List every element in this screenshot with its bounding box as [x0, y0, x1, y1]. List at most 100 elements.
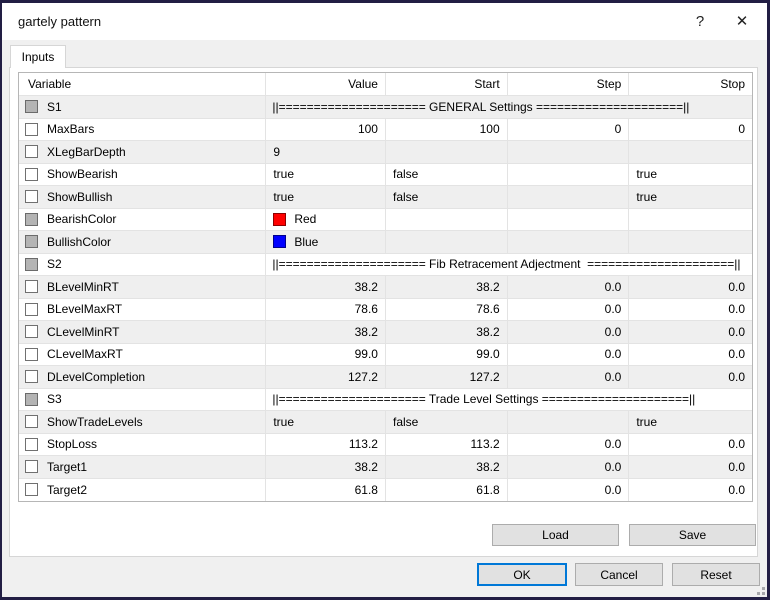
- stop-cell[interactable]: true: [629, 164, 752, 186]
- row-checkbox[interactable]: [25, 235, 38, 249]
- step-cell[interactable]: [508, 186, 630, 208]
- value-cell[interactable]: true: [266, 186, 386, 208]
- step-cell[interactable]: [508, 411, 630, 433]
- empty-cell[interactable]: [629, 231, 752, 253]
- empty-cell[interactable]: [386, 231, 508, 253]
- save-button[interactable]: Save: [629, 524, 756, 546]
- value-cell[interactable]: 99.0: [266, 343, 386, 365]
- start-cell[interactable]: 113.2: [386, 433, 508, 455]
- stop-cell[interactable]: 0.0: [629, 276, 752, 298]
- stop-cell[interactable]: 0.0: [629, 434, 752, 456]
- value-cell[interactable]: 127.2: [266, 366, 386, 388]
- table-row[interactable]: Target1 38.2 38.2 0.0 0.0: [19, 456, 752, 479]
- value-cell[interactable]: true: [266, 411, 386, 433]
- start-cell[interactable]: 100: [386, 118, 508, 140]
- tab-inputs[interactable]: Inputs: [10, 45, 66, 68]
- stop-cell[interactable]: 0.0: [629, 321, 752, 343]
- step-cell[interactable]: 0.0: [508, 433, 630, 455]
- table-row[interactable]: BLevelMaxRT 78.6 78.6 0.0 0.0: [19, 298, 752, 321]
- load-button[interactable]: Load: [492, 524, 619, 546]
- value-cell[interactable]: 38.2: [266, 321, 386, 343]
- table-row[interactable]: CLevelMinRT 38.2 38.2 0.0 0.0: [19, 321, 752, 344]
- table-row[interactable]: S3 ||===================== Trade Level Se…: [19, 388, 752, 411]
- value-cell[interactable]: Blue: [266, 231, 387, 253]
- step-cell[interactable]: 0.0: [508, 343, 630, 365]
- table-row[interactable]: DLevelCompletion 127.2 127.2 0.0 0.0: [19, 366, 752, 389]
- start-cell[interactable]: 61.8: [386, 478, 508, 501]
- start-cell[interactable]: false: [386, 186, 508, 208]
- help-icon[interactable]: ?: [685, 3, 715, 40]
- start-cell[interactable]: 38.2: [386, 456, 508, 478]
- row-checkbox[interactable]: [25, 167, 38, 181]
- row-checkbox[interactable]: [25, 415, 38, 429]
- stop-cell[interactable]: 0.0: [629, 479, 752, 502]
- step-cell[interactable]: 0: [508, 118, 630, 140]
- row-checkbox[interactable]: [25, 370, 38, 384]
- stop-cell[interactable]: [629, 141, 752, 163]
- value-cell[interactable]: 113.2: [266, 433, 386, 455]
- empty-cell[interactable]: [508, 208, 630, 230]
- table-row[interactable]: BLevelMinRT 38.2 38.2 0.0 0.0: [19, 276, 752, 299]
- start-cell[interactable]: 127.2: [386, 366, 508, 388]
- value-cell[interactable]: true: [266, 163, 386, 185]
- row-checkbox[interactable]: [25, 145, 38, 159]
- value-cell[interactable]: 61.8: [266, 478, 386, 501]
- value-cell[interactable]: 38.2: [266, 456, 386, 478]
- start-cell[interactable]: false: [386, 163, 508, 185]
- stop-cell[interactable]: true: [629, 186, 752, 208]
- row-checkbox[interactable]: [25, 122, 38, 136]
- value-cell[interactable]: Red: [266, 208, 387, 230]
- table-row[interactable]: ShowTradeLevels true false true: [19, 411, 752, 434]
- table-row[interactable]: ShowBearish true false true: [19, 163, 752, 186]
- empty-cell[interactable]: [508, 231, 630, 253]
- start-cell[interactable]: 78.6: [386, 298, 508, 320]
- row-checkbox[interactable]: [25, 483, 38, 497]
- row-checkbox[interactable]: [25, 212, 38, 226]
- start-cell[interactable]: 38.2: [386, 321, 508, 343]
- resize-grip[interactable]: [756, 586, 765, 595]
- row-checkbox[interactable]: [25, 437, 38, 451]
- table-row[interactable]: BearishColor Red: [19, 208, 752, 231]
- row-checkbox[interactable]: [25, 392, 38, 406]
- row-checkbox[interactable]: [25, 280, 38, 294]
- row-checkbox[interactable]: [25, 347, 38, 361]
- row-checkbox[interactable]: [25, 100, 38, 114]
- table-row[interactable]: S2 ||===================== Fib Retracemen…: [19, 253, 752, 276]
- table-row[interactable]: XLegBarDepth 9: [19, 141, 752, 164]
- step-cell[interactable]: 0.0: [508, 298, 630, 320]
- reset-button[interactable]: Reset: [672, 563, 760, 586]
- table-row[interactable]: BullishColor Blue: [19, 231, 752, 254]
- ok-button[interactable]: OK: [477, 563, 567, 586]
- table-row[interactable]: S1 ||===================== GENERAL Settin…: [19, 96, 752, 119]
- start-cell[interactable]: false: [386, 411, 508, 433]
- empty-cell[interactable]: [629, 209, 752, 231]
- step-cell[interactable]: [508, 163, 630, 185]
- stop-cell[interactable]: 0: [629, 119, 752, 141]
- value-cell[interactable]: 78.6: [266, 298, 386, 320]
- row-checkbox[interactable]: [25, 257, 38, 271]
- value-cell[interactable]: 100: [266, 118, 386, 140]
- step-cell[interactable]: 0.0: [508, 321, 630, 343]
- stop-cell[interactable]: 0.0: [629, 344, 752, 366]
- stop-cell[interactable]: 0.0: [629, 366, 752, 388]
- table-row[interactable]: MaxBars 100 100 0 0: [19, 118, 752, 141]
- step-cell[interactable]: 0.0: [508, 456, 630, 478]
- step-cell[interactable]: 0.0: [508, 276, 630, 298]
- start-cell[interactable]: 99.0: [386, 343, 508, 365]
- step-cell[interactable]: 0.0: [508, 366, 630, 388]
- row-checkbox[interactable]: [25, 460, 38, 474]
- stop-cell[interactable]: 0.0: [629, 456, 752, 478]
- stop-cell[interactable]: true: [629, 411, 752, 433]
- empty-cell[interactable]: [386, 208, 508, 230]
- start-cell[interactable]: 38.2: [386, 276, 508, 298]
- row-checkbox[interactable]: [25, 325, 38, 339]
- row-checkbox[interactable]: [25, 302, 38, 316]
- table-row[interactable]: StopLoss 113.2 113.2 0.0 0.0: [19, 433, 752, 456]
- row-checkbox[interactable]: [25, 190, 38, 204]
- step-cell[interactable]: [508, 141, 630, 163]
- step-cell[interactable]: 0.0: [508, 478, 630, 501]
- cancel-button[interactable]: Cancel: [575, 563, 663, 586]
- table-row[interactable]: Target2 61.8 61.8 0.0 0.0: [19, 478, 752, 502]
- start-cell[interactable]: [386, 141, 508, 163]
- table-row[interactable]: CLevelMaxRT 99.0 99.0 0.0 0.0: [19, 343, 752, 366]
